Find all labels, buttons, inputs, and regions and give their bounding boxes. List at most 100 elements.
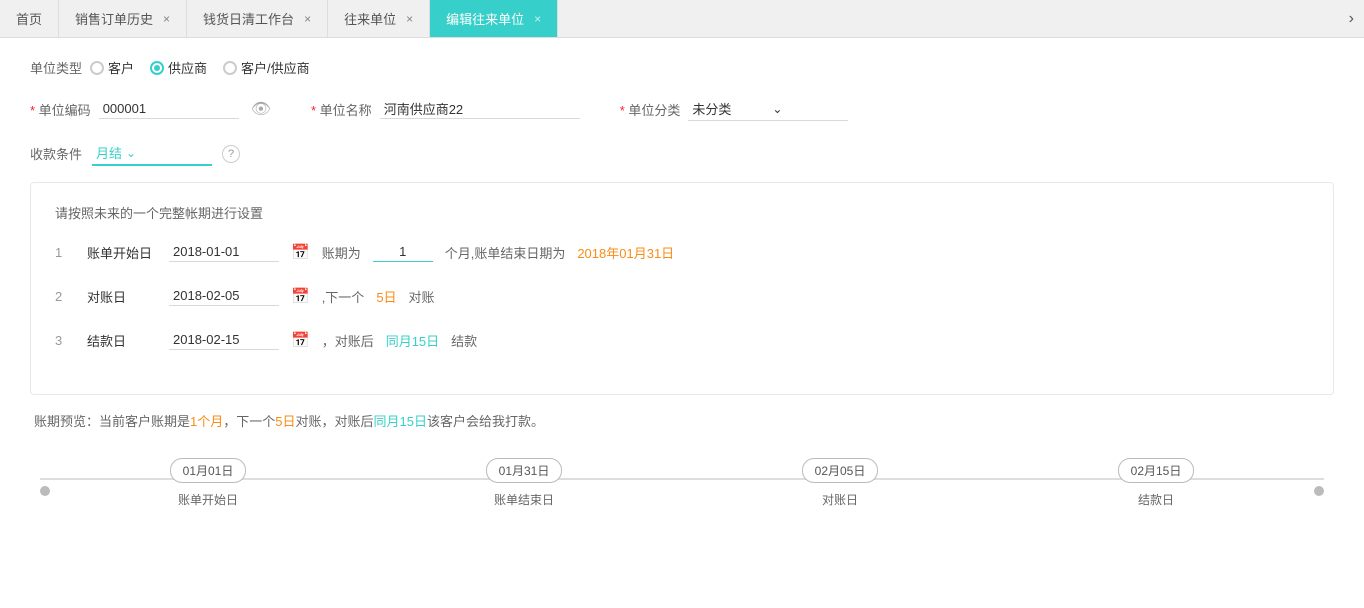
preview-prefix: 账期预览：当前客户账期是 [34, 414, 190, 429]
unit-code-label: 单位编码 [30, 100, 91, 119]
radio-supplier-label: 供应商 [168, 58, 207, 77]
tab-partner-close[interactable]: × [406, 12, 413, 26]
preview-part3: 同月15日 [374, 414, 427, 429]
payment-arrow: ⌄ [126, 146, 136, 160]
period-num-2: 2 [55, 289, 75, 304]
timeline-start-dot [40, 486, 50, 496]
unit-name-group: 单位名称 [311, 99, 580, 119]
calendar-icon-2[interactable]: 📅 [291, 287, 310, 305]
radio-both[interactable]: 客户/供应商 [223, 58, 310, 77]
period-end-date-highlight: 2018年01月31日 [577, 243, 674, 262]
radio-both-label: 客户/供应商 [241, 58, 310, 77]
period-desc-r3-suffix: 结款 [451, 331, 477, 350]
unit-name-label: 单位名称 [311, 100, 372, 119]
preview-suffix: 该客户会给我打款。 [427, 414, 544, 429]
unit-class-select[interactable]: 未分类 ⌄ [688, 97, 848, 121]
tabs-bar: 首页 销售订单历史 × 钱货日清工作台 × 往来单位 × 编辑往来单位 × › [0, 0, 1364, 38]
preview-mid2: 对账，对账后 [296, 414, 374, 429]
timeline-label-1: 账单结束日 [494, 491, 554, 508]
payment-help-icon[interactable]: ? [222, 145, 240, 163]
unit-class-group: 单位分类 未分类 ⌄ [620, 97, 849, 121]
period-months-input[interactable] [373, 242, 433, 262]
main-content: 单位类型 客户 供应商 客户/供应商 单位编码 👁 [0, 38, 1364, 608]
period-desc-r2-prefix: ,下一个 [322, 287, 365, 306]
preview-part2: 5日 [275, 414, 295, 429]
tab-cash-work[interactable]: 钱货日清工作台 × [187, 0, 328, 37]
calendar-icon-3[interactable]: 📅 [291, 331, 310, 349]
timeline-label-3: 结款日 [1138, 491, 1174, 508]
period-row-3: 3 结款日 📅 ，对账后同月15日 结款 [55, 330, 1309, 350]
radio-supplier[interactable]: 供应商 [150, 58, 207, 77]
period-label-1: 账单开始日 [87, 243, 157, 262]
radio-customer-label: 客户 [108, 58, 134, 77]
radio-both-circle [223, 61, 237, 75]
period-desc-suffix-1: 个月,账单结束日期为 [445, 243, 566, 262]
calendar-icon-1[interactable]: 📅 [291, 243, 310, 261]
unit-class-label: 单位分类 [620, 100, 681, 119]
timeline-label-0: 账单开始日 [178, 491, 238, 508]
unit-type-row: 单位类型 客户 供应商 客户/供应商 [30, 58, 1334, 77]
period-date-1[interactable] [169, 242, 279, 262]
preview-mid1: ，下一个 [223, 414, 275, 429]
tab-cash-work-label: 钱货日清工作台 [203, 9, 294, 28]
period-highlight-r3: 同月15日 [386, 331, 439, 350]
tab-partner-label: 往来单位 [344, 9, 396, 28]
tab-edit-partner-close[interactable]: × [534, 12, 541, 26]
radio-customer[interactable]: 客户 [90, 58, 134, 77]
tab-cash-work-close[interactable]: × [304, 12, 311, 26]
period-label-2: 对账日 [87, 287, 157, 306]
payment-row: 收款条件 月结 ⌄ ? [30, 141, 1334, 166]
period-highlight-r2: 5日 [376, 287, 396, 306]
payment-select[interactable]: 月结 ⌄ [92, 141, 212, 166]
period-settings-box: 请按照未来的一个完整帐期进行设置 1 账单开始日 📅 账期为 个月,账单结束日期… [30, 182, 1334, 395]
period-label-3: 结款日 [87, 331, 157, 350]
period-desc-r3-prefix: ，对账后 [322, 331, 374, 350]
tab-sales-history-close[interactable]: × [163, 12, 170, 26]
payment-label: 收款条件 [30, 144, 82, 163]
radio-customer-circle [90, 61, 104, 75]
tab-home-label: 首页 [16, 9, 42, 28]
radio-supplier-circle [150, 61, 164, 75]
timeline-badge-3: 02月15日 [1118, 458, 1195, 483]
period-date-2[interactable] [169, 286, 279, 306]
unit-info-row: 单位编码 👁 单位名称 单位分类 未分类 ⌄ [30, 97, 1334, 121]
radio-group-unit-type: 客户 供应商 客户/供应商 [90, 58, 310, 77]
tab-edit-partner[interactable]: 编辑往来单位 × [430, 0, 558, 37]
tab-edit-partner-label: 编辑往来单位 [446, 9, 524, 28]
unit-code-input[interactable] [99, 99, 239, 119]
unit-code-icon[interactable]: 👁 [251, 99, 271, 119]
timeline-item-0: 01月01日 账单开始日 [170, 458, 247, 508]
unit-class-arrow: ⌄ [772, 102, 844, 116]
payment-value: 月结 [96, 143, 122, 162]
period-row-2: 2 对账日 📅 ,下一个 5日 对账 [55, 286, 1309, 306]
timeline-badge-0: 01月01日 [170, 458, 247, 483]
tab-partner[interactable]: 往来单位 × [328, 0, 430, 37]
timeline-item-3: 02月15日 结款日 [1118, 458, 1195, 508]
tabs-expand-btn[interactable]: › [1339, 0, 1364, 37]
period-num-3: 3 [55, 333, 75, 348]
unit-code-group: 单位编码 👁 [30, 99, 271, 119]
timeline-section: 01月01日 账单开始日 01月31日 账单结束日 02月05日 对账日 02月… [30, 450, 1334, 548]
tab-sales-history[interactable]: 销售订单历史 × [59, 0, 187, 37]
unit-type-group: 单位类型 客户 供应商 客户/供应商 [30, 58, 310, 77]
timeline-item-2: 02月05日 对账日 [802, 458, 879, 508]
period-desc-prefix-1: 账期为 [322, 243, 361, 262]
period-box-title: 请按照未来的一个完整帐期进行设置 [55, 203, 1309, 222]
timeline-badge-2: 02月05日 [802, 458, 879, 483]
period-date-3[interactable] [169, 330, 279, 350]
timeline-item-1: 01月31日 账单结束日 [486, 458, 563, 508]
unit-type-label: 单位类型 [30, 58, 82, 77]
timeline-items: 01月01日 账单开始日 01月31日 账单结束日 02月05日 对账日 02月… [50, 458, 1314, 508]
timeline-badge-1: 01月31日 [486, 458, 563, 483]
period-num-1: 1 [55, 245, 75, 260]
unit-name-input[interactable] [380, 99, 580, 119]
timeline-end-dot [1314, 486, 1324, 496]
unit-class-value: 未分类 [692, 99, 764, 118]
period-row-1: 1 账单开始日 📅 账期为 个月,账单结束日期为 2018年01月31日 [55, 242, 1309, 262]
tab-sales-history-label: 销售订单历史 [75, 9, 153, 28]
period-desc-r2-suffix: 对账 [409, 287, 435, 306]
preview-part1: 1个月 [190, 414, 223, 429]
preview-text: 账期预览：当前客户账期是1个月，下一个5日对账，对账后同月15日该客户会给我打款… [30, 411, 1334, 430]
tab-home[interactable]: 首页 [0, 0, 59, 37]
timeline-label-2: 对账日 [822, 491, 858, 508]
